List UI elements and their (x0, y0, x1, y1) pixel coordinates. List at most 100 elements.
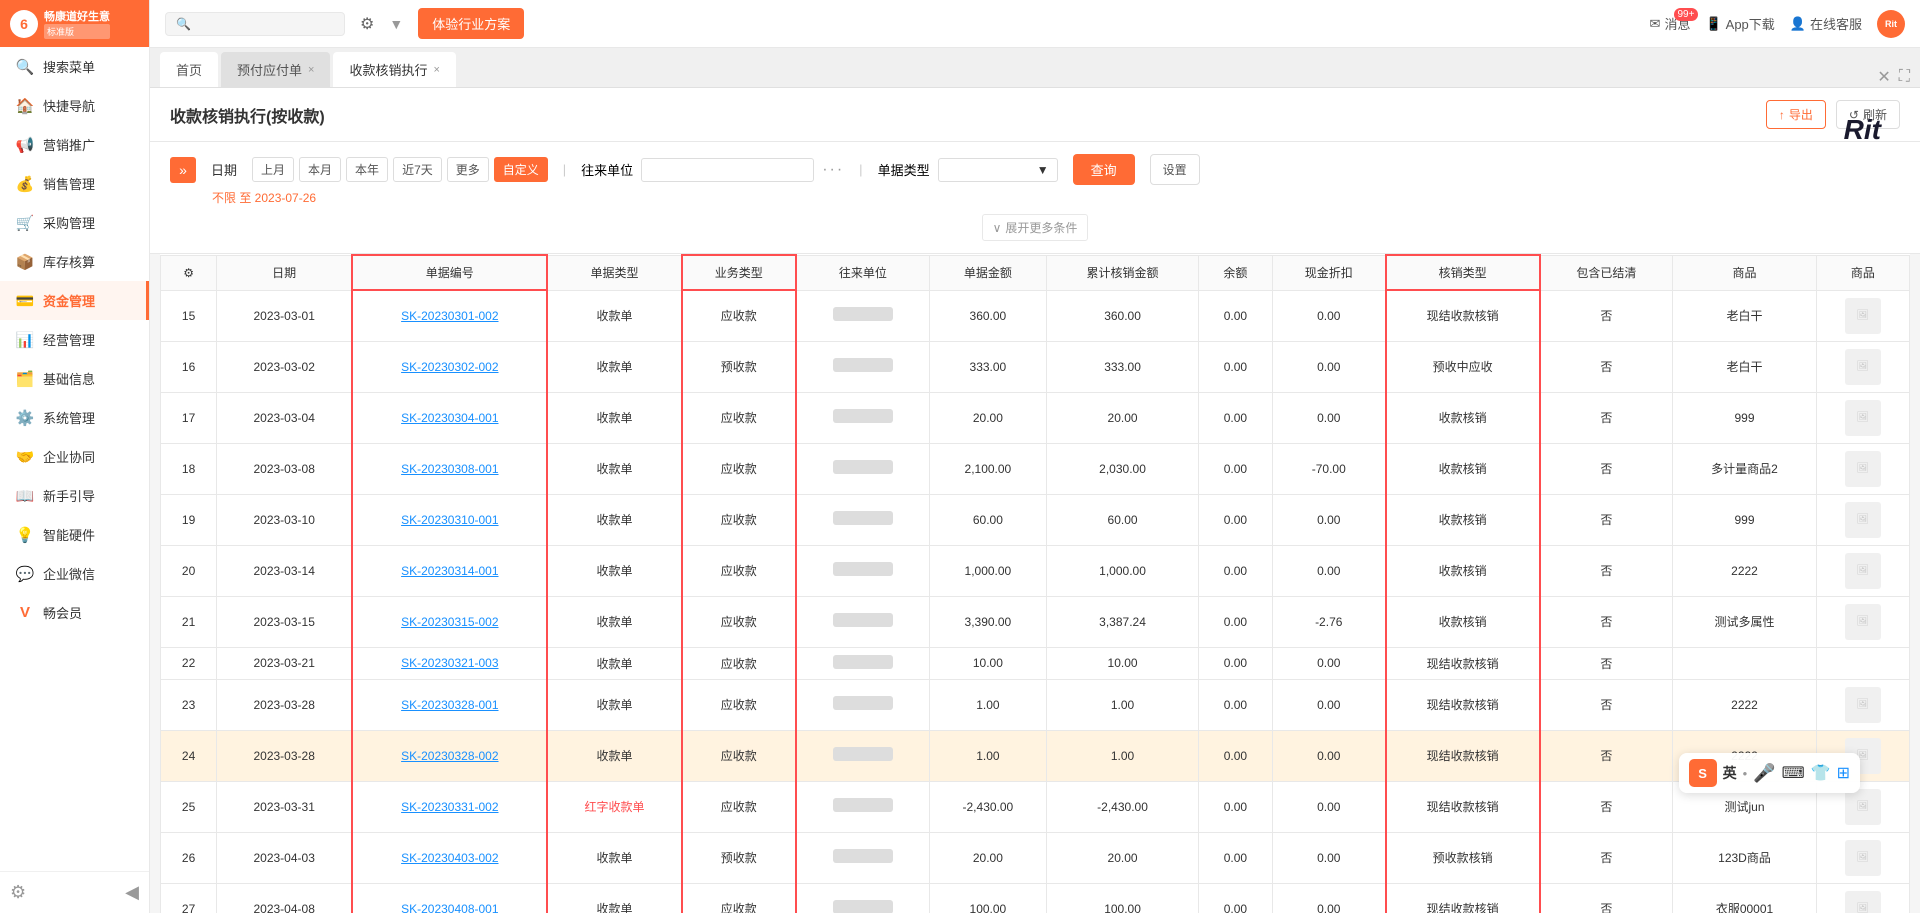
row-order-no[interactable]: SK-20230403-002 (352, 832, 547, 883)
row-order-no[interactable]: SK-20230321-003 (352, 647, 547, 679)
sidebar-item-ops[interactable]: 📊 经营管理 (0, 320, 149, 359)
user-avatar[interactable]: Rit (1877, 10, 1905, 38)
expand-conditions-button[interactable]: ∨ 展开更多条件 (982, 214, 1089, 241)
filter-area: » 日期 上月 本月 本年 近7天 更多 自定义 | 往来单位 ··· | (150, 142, 1920, 254)
tab-expand-icon[interactable]: ⛶ (1899, 68, 1910, 86)
row-has-settled: 否 (1540, 494, 1673, 545)
row-product: 2222 (1673, 545, 1816, 596)
topbar-settings-icon[interactable]: ⚙ (360, 14, 374, 34)
message-button[interactable]: ✉ 消息 99+ (1650, 14, 1691, 33)
row-product-img (1816, 647, 1909, 679)
tab-payable[interactable]: 预付应付单 × (221, 52, 330, 87)
row-order-no[interactable]: SK-20230304-001 (352, 392, 547, 443)
row-order-type: 收款单 (547, 290, 681, 341)
page-header: 收款核销执行(按收款) ↑ 导出 ↺ 刷新 (150, 88, 1920, 142)
row-date: 2023-03-10 (217, 494, 353, 545)
row-cancel-type: 收款核销 (1386, 545, 1540, 596)
sidebar-item-inventory[interactable]: 📦 库存核算 (0, 242, 149, 281)
table-row: 242023-03-28SK-20230328-002收款单应收款1.001.0… (161, 730, 1910, 781)
row-partner (796, 781, 929, 832)
row-partner (796, 494, 929, 545)
tab-payable-close[interactable]: × (308, 64, 314, 76)
microphone-icon[interactable]: 🎤 (1753, 763, 1775, 784)
tab-cancel[interactable]: 收款核销执行 × (333, 52, 455, 87)
partner-field: 往来单位 ··· (581, 158, 844, 182)
row-biz-type: 应收款 (682, 647, 796, 679)
table-area[interactable]: ⚙ 日期 单据编号 单据类型 业务类型 往来单位 单据金额 累计核销金额 余额 … (150, 254, 1920, 913)
tab-cancel-close[interactable]: × (433, 64, 439, 76)
row-order-no[interactable]: SK-20230301-002 (352, 290, 547, 341)
sidebar-item-corp[interactable]: 🤝 企业协同 (0, 437, 149, 476)
sidebar-item-finance[interactable]: 💳 资金管理 (0, 281, 149, 320)
collapse-icon[interactable]: ◀ (125, 882, 139, 903)
row-discount: 0.00 (1272, 392, 1386, 443)
solution-button[interactable]: 体验行业方案 (418, 8, 524, 39)
partner-input[interactable] (641, 158, 814, 182)
sidebar-item-wechat[interactable]: 💬 企业微信 (0, 554, 149, 593)
date-last-month[interactable]: 上月 (252, 157, 294, 182)
row-cancel-type: 收款核销 (1386, 494, 1540, 545)
sidebar-item-member[interactable]: V 畅会员 (0, 593, 149, 632)
sidebar-label-system: 系统管理 (43, 408, 95, 427)
row-balance: 0.00 (1199, 679, 1273, 730)
online-support-button[interactable]: 👤 在线客服 (1790, 14, 1862, 33)
row-order-no[interactable]: SK-20230302-002 (352, 341, 547, 392)
date-more[interactable]: 更多 (447, 157, 489, 182)
sidebar-item-quick[interactable]: 🏠 快捷导航 (0, 86, 149, 125)
export-button[interactable]: ↑ 导出 (1766, 100, 1826, 129)
row-partner (796, 883, 929, 913)
sidebar-item-base[interactable]: 🗂️ 基础信息 (0, 359, 149, 398)
tab-home[interactable]: 首页 (160, 52, 218, 87)
row-order-no[interactable]: SK-20230328-002 (352, 730, 547, 781)
row-balance: 0.00 (1199, 494, 1273, 545)
row-order-no[interactable]: SK-20230310-001 (352, 494, 547, 545)
date-7days[interactable]: 近7天 (393, 157, 442, 182)
sidebar-item-search[interactable]: 🔍 搜索菜单 (0, 47, 149, 86)
sidebar-item-hardware[interactable]: 💡 智能硬件 (0, 515, 149, 554)
watermark-dot: • (1743, 766, 1748, 781)
row-biz-type: 预收款 (682, 341, 796, 392)
sidebar-item-sales[interactable]: 💰 销售管理 (0, 164, 149, 203)
row-biz-type: 预收款 (682, 832, 796, 883)
col-header-settings[interactable]: ⚙ (161, 255, 217, 290)
app-download-button[interactable]: 📱 App下载 (1705, 14, 1774, 33)
shirt-icon[interactable]: 👕 (1811, 763, 1831, 783)
row-order-no[interactable]: SK-20230315-002 (352, 596, 547, 647)
row-date: 2023-03-28 (217, 679, 353, 730)
partner-dots-button[interactable]: ··· (822, 161, 844, 179)
table-header-row: ⚙ 日期 单据编号 单据类型 业务类型 往来单位 单据金额 累计核销金额 余额 … (161, 255, 1910, 290)
tab-close-icon[interactable]: ✕ (1877, 67, 1890, 87)
home-icon: 🏠 (15, 97, 35, 115)
row-cancel-amount: 1.00 (1047, 730, 1199, 781)
col-header-order-type: 单据类型 (547, 255, 681, 290)
row-number: 20 (161, 545, 217, 596)
row-order-no[interactable]: SK-20230408-001 (352, 883, 547, 913)
row-order-no[interactable]: SK-20230331-002 (352, 781, 547, 832)
date-custom[interactable]: 自定义 (494, 157, 548, 182)
logo-name: 畅康道好生意 (44, 8, 110, 24)
query-button[interactable]: 查询 (1073, 154, 1135, 185)
sidebar-item-marketing[interactable]: 📢 营销推广 (0, 125, 149, 164)
row-date: 2023-03-02 (217, 341, 353, 392)
row-number: 23 (161, 679, 217, 730)
date-this-year[interactable]: 本年 (346, 157, 388, 182)
row-order-no[interactable]: SK-20230314-001 (352, 545, 547, 596)
row-discount: 0.00 (1272, 494, 1386, 545)
date-this-month[interactable]: 本月 (299, 157, 341, 182)
order-type-select[interactable]: ▼ (938, 158, 1058, 182)
filter-settings-button[interactable]: 设置 (1150, 154, 1200, 185)
row-biz-type: 应收款 (682, 730, 796, 781)
filter-toggle-button[interactable]: » (170, 157, 196, 183)
topbar-search-box[interactable]: 🔍 (165, 12, 345, 36)
sidebar-item-purchase[interactable]: 🛒 采购管理 (0, 203, 149, 242)
grid-icon[interactable]: ⊞ (1837, 763, 1850, 783)
row-order-no[interactable]: SK-20230328-001 (352, 679, 547, 730)
sidebar-item-system[interactable]: ⚙️ 系统管理 (0, 398, 149, 437)
row-balance: 0.00 (1199, 781, 1273, 832)
row-order-no[interactable]: SK-20230308-001 (352, 443, 547, 494)
settings-icon[interactable]: ⚙ (10, 882, 26, 903)
sidebar-item-guide[interactable]: 📖 新手引导 (0, 476, 149, 515)
col-header-cancel-amount: 累计核销金额 (1047, 255, 1199, 290)
cancel-tab-label: 收款核销执行 (349, 60, 427, 79)
keyboard-icon[interactable]: ⌨ (1782, 763, 1805, 783)
